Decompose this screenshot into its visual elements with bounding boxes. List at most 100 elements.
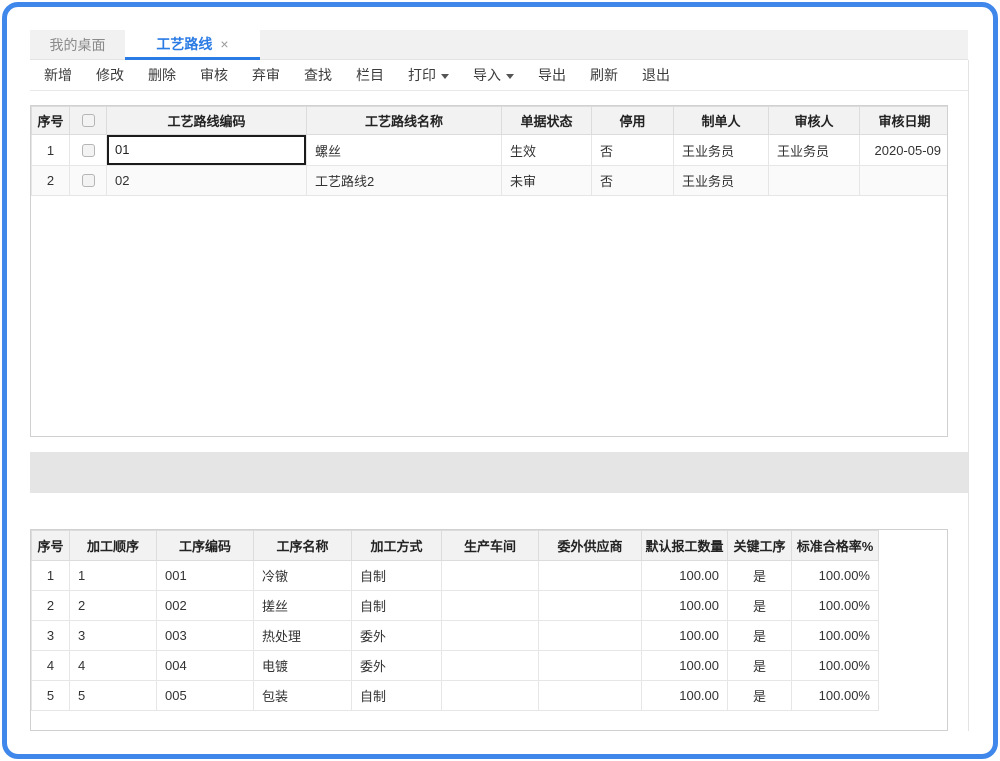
cell-op-name[interactable]: 搓丝 [254,591,352,621]
cell-seq[interactable]: 4 [32,651,70,681]
cell-op-code[interactable]: 003 [157,621,254,651]
cell-seq[interactable]: 1 [32,135,70,166]
columns-button[interactable]: 栏目 [356,65,384,85]
cell-key-op[interactable]: 是 [728,621,792,651]
cell-workshop[interactable] [442,561,539,591]
cell-route-code[interactable]: 02 [107,166,307,196]
unapprove-button[interactable]: 弃审 [252,65,280,85]
cell-auditor[interactable]: 王业务员 [769,135,860,166]
row-filler [879,591,947,621]
cell-process-order[interactable]: 1 [70,561,157,591]
cell-pass-rate[interactable]: 100.00% [792,561,879,591]
cell-disabled[interactable]: 否 [592,166,674,196]
cell-op-code[interactable]: 002 [157,591,254,621]
tab-label: 工艺路线 [156,34,212,54]
col-workshop: 生产车间 [442,531,539,561]
tab-process-route[interactable]: 工艺路线 × [125,30,260,60]
approve-button[interactable]: 审核 [200,65,228,85]
col-supplier: 委外供应商 [539,531,642,561]
cell-disabled[interactable]: 否 [592,135,674,166]
header-row: 序号 加工顺序 工序编码 工序名称 加工方式 生产车间 委外供应商 默认报工数量… [32,531,947,561]
tab-bar: 我的桌面 工艺路线 × [30,30,968,60]
cell-op-name[interactable]: 冷镦 [254,561,352,591]
col-method: 加工方式 [352,531,442,561]
cell-creator[interactable]: 王业务员 [674,166,769,196]
cell-process-order[interactable]: 4 [70,651,157,681]
cell-workshop[interactable] [442,621,539,651]
row-checkbox[interactable] [82,144,95,157]
tab-my-desktop[interactable]: 我的桌面 [30,30,125,60]
import-dropdown-button[interactable]: 导入 [473,65,514,85]
cell-doc-status[interactable]: 未审 [502,166,592,196]
cell-default-qty[interactable]: 100.00 [642,681,728,711]
cell-seq[interactable]: 1 [32,561,70,591]
cell-process-order[interactable]: 5 [70,681,157,711]
cell-key-op[interactable]: 是 [728,561,792,591]
cell-supplier[interactable] [539,621,642,651]
cell-doc-status[interactable]: 生效 [502,135,592,166]
cell-process-order[interactable]: 3 [70,621,157,651]
splitter-bar[interactable] [30,452,968,493]
cell-audit-date[interactable] [860,166,949,196]
cell-process-order[interactable]: 2 [70,591,157,621]
cell-op-name[interactable]: 包装 [254,681,352,711]
cell-workshop[interactable] [442,591,539,621]
row-checkbox[interactable] [82,174,95,187]
cell-seq[interactable]: 2 [32,591,70,621]
cell-pass-rate[interactable]: 100.00% [792,621,879,651]
cell-key-op[interactable]: 是 [728,681,792,711]
cell-default-qty[interactable]: 100.00 [642,651,728,681]
cell-creator[interactable]: 王业务员 [674,135,769,166]
cell-op-code[interactable]: 004 [157,651,254,681]
cell-method[interactable]: 自制 [352,561,442,591]
refresh-button[interactable]: 刷新 [590,65,618,85]
cell-key-op[interactable]: 是 [728,591,792,621]
add-button[interactable]: 新增 [44,65,72,85]
route-code-edit-cell[interactable]: 01 [107,135,306,165]
cell-op-name[interactable]: 热处理 [254,621,352,651]
cell-seq[interactable]: 5 [32,681,70,711]
cell-audit-date[interactable]: 2020-05-09 [860,135,949,166]
select-all-checkbox[interactable] [82,114,95,127]
delete-button[interactable]: 删除 [148,65,176,85]
cell-seq[interactable]: 2 [32,166,70,196]
print-dropdown-button[interactable]: 打印 [408,65,449,85]
col-op-code: 工序编码 [157,531,254,561]
row-filler [879,561,947,591]
cell-supplier[interactable] [539,591,642,621]
cell-auditor[interactable] [769,166,860,196]
cell-supplier[interactable] [539,651,642,681]
cell-op-name[interactable]: 电镀 [254,651,352,681]
cell-default-qty[interactable]: 100.00 [642,561,728,591]
cell-workshop[interactable] [442,681,539,711]
col-route-name: 工艺路线名称 [307,107,502,135]
edit-button[interactable]: 修改 [96,65,124,85]
export-button[interactable]: 导出 [538,65,566,85]
app-window: 我的桌面 工艺路线 × 新增 修改 删除 审核 弃审 查找 栏目 打印 导入 导… [0,0,1000,761]
cell-op-code[interactable]: 001 [157,561,254,591]
cell-route-name[interactable]: 工艺路线2 [307,166,502,196]
cell-workshop[interactable] [442,651,539,681]
exit-button[interactable]: 退出 [642,65,670,85]
tab-close-icon[interactable]: × [220,36,228,52]
cell-op-code[interactable]: 005 [157,681,254,711]
cell-method[interactable]: 委外 [352,651,442,681]
cell-method[interactable]: 自制 [352,681,442,711]
cell-supplier[interactable] [539,561,642,591]
cell-supplier[interactable] [539,681,642,711]
table-row: 1 1 001 冷镦 自制 100.00 是 100.00% [32,561,947,591]
cell-pass-rate[interactable]: 100.00% [792,591,879,621]
cell-seq[interactable]: 3 [32,621,70,651]
cell-route-name[interactable]: 螺丝 [307,135,502,166]
header-filler [879,531,947,561]
cell-default-qty[interactable]: 100.00 [642,591,728,621]
cell-method[interactable]: 委外 [352,621,442,651]
cell-method[interactable]: 自制 [352,591,442,621]
search-button[interactable]: 查找 [304,65,332,85]
cell-pass-rate[interactable]: 100.00% [792,651,879,681]
table-row: 5 5 005 包装 自制 100.00 是 100.00% [32,681,947,711]
cell-key-op[interactable]: 是 [728,651,792,681]
cell-default-qty[interactable]: 100.00 [642,621,728,651]
col-seq: 序号 [32,107,70,135]
cell-pass-rate[interactable]: 100.00% [792,681,879,711]
